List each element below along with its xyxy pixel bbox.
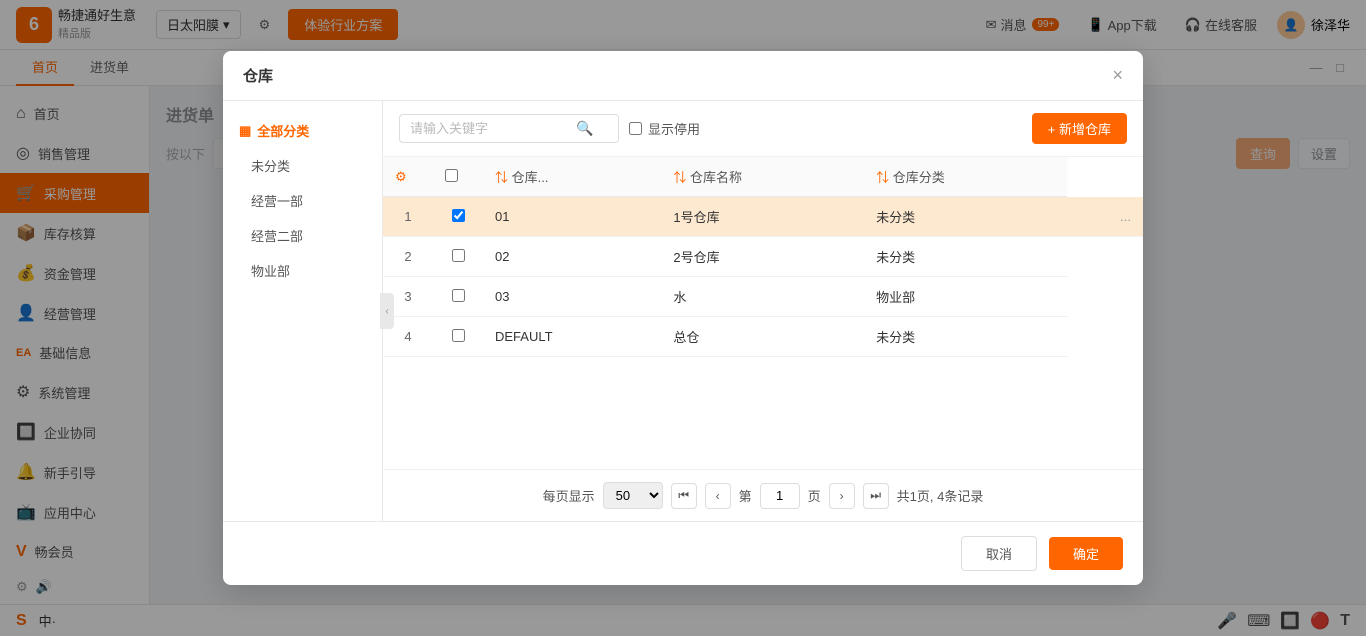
pagination: 每页显示 50 100 ⏮ ‹ 第 页 › ⏭ 共1页, 4条记录 bbox=[383, 469, 1143, 521]
col-checkbox bbox=[433, 157, 483, 197]
gear-icon: ⚙ bbox=[395, 169, 407, 184]
modal-body: ▦ 全部分类 未分类 经营一部 经营二部 物业部 ‹ bbox=[223, 101, 1143, 521]
modal-main: 🔍 显示停用 + 新增仓库 ⚙ bbox=[383, 101, 1143, 521]
row-category: 未分类 bbox=[864, 197, 1067, 237]
row-checkbox[interactable] bbox=[433, 317, 483, 357]
row-checkbox[interactable] bbox=[433, 197, 483, 237]
new-warehouse-button[interactable]: + 新增仓库 bbox=[1032, 113, 1127, 144]
grid-icon: ▦ bbox=[239, 123, 251, 139]
row-category: 未分类 bbox=[864, 237, 1067, 277]
all-category-header[interactable]: ▦ 全部分类 bbox=[223, 113, 382, 148]
col-name: ⇅ 仓库名称 bbox=[661, 157, 864, 197]
show-disabled-checkbox[interactable] bbox=[629, 122, 642, 135]
per-page-select[interactable]: 50 100 bbox=[603, 482, 663, 509]
page-label: 第 bbox=[739, 486, 752, 505]
show-disabled-label: 显示停用 bbox=[648, 119, 700, 138]
modal-close-button[interactable]: × bbox=[1112, 65, 1123, 86]
table-row[interactable]: 3 03 水 物业部 bbox=[383, 277, 1143, 317]
row-category: 物业部 bbox=[864, 277, 1067, 317]
col-settings: ⚙ bbox=[383, 157, 433, 197]
per-page-label: 每页显示 bbox=[543, 486, 595, 505]
show-disabled-row: 显示停用 bbox=[629, 119, 700, 138]
first-page-button[interactable]: ⏮ bbox=[671, 483, 697, 509]
sort-icon3: ⇅ bbox=[876, 170, 889, 185]
search-input[interactable] bbox=[410, 121, 570, 136]
search-icon[interactable]: 🔍 bbox=[576, 120, 593, 137]
table-row[interactable]: 1 01 1号仓库 未分类 ... bbox=[383, 197, 1143, 237]
next-page-button[interactable]: › bbox=[829, 483, 855, 509]
row-code: 03 bbox=[483, 277, 661, 317]
row-checkbox[interactable] bbox=[433, 237, 483, 277]
prev-page-button[interactable]: ‹ bbox=[705, 483, 731, 509]
row-actions[interactable]: ... bbox=[1067, 197, 1143, 237]
page-input[interactable] bbox=[760, 483, 800, 509]
modal-footer: 取消 确定 bbox=[223, 521, 1143, 585]
confirm-button[interactable]: 确定 bbox=[1049, 537, 1123, 570]
sort-icon2: ⇅ bbox=[673, 170, 686, 185]
row-name: 2号仓库 bbox=[661, 237, 864, 277]
chevron-left-icon: ‹ bbox=[385, 306, 388, 317]
select-all-checkbox[interactable] bbox=[445, 169, 458, 182]
total-info: 共1页, 4条记录 bbox=[897, 486, 984, 505]
row-number: 2 bbox=[383, 237, 433, 277]
category-item-property[interactable]: 物业部 bbox=[223, 253, 382, 288]
row-checkbox[interactable] bbox=[433, 277, 483, 317]
cancel-button[interactable]: 取消 bbox=[961, 536, 1037, 571]
warehouse-table: ⚙ ⇅ 仓库... ⇅ bbox=[383, 157, 1143, 469]
modal-overlay: 仓库 × ▦ 全部分类 未分类 经营一部 经营二部 bbox=[0, 0, 1366, 636]
page-suffix: 页 bbox=[808, 486, 821, 505]
search-box: 🔍 bbox=[399, 114, 619, 143]
row-number: 1 bbox=[383, 197, 433, 237]
table-row[interactable]: 2 02 2号仓库 未分类 bbox=[383, 237, 1143, 277]
row-code: DEFAULT bbox=[483, 317, 661, 357]
modal-sidebar: ▦ 全部分类 未分类 经营一部 经营二部 物业部 ‹ bbox=[223, 101, 383, 521]
modal-header: 仓库 × bbox=[223, 51, 1143, 101]
modal-toolbar: 🔍 显示停用 + 新增仓库 bbox=[383, 101, 1143, 157]
table-row[interactable]: 4 DEFAULT 总仓 未分类 bbox=[383, 317, 1143, 357]
category-item-dept2[interactable]: 经营二部 bbox=[223, 218, 382, 253]
sidebar-collapse-button[interactable]: ‹ bbox=[380, 293, 394, 329]
row-name: 总仓 bbox=[661, 317, 864, 357]
row-code: 02 bbox=[483, 237, 661, 277]
row-code: 01 bbox=[483, 197, 661, 237]
last-page-button[interactable]: ⏭ bbox=[863, 483, 889, 509]
sort-icon: ⇅ bbox=[495, 170, 508, 185]
modal-title: 仓库 bbox=[243, 65, 273, 86]
row-name: 水 bbox=[661, 277, 864, 317]
row-category: 未分类 bbox=[864, 317, 1067, 357]
col-code: ⇅ 仓库... bbox=[483, 157, 661, 197]
all-category-label: 全部分类 bbox=[257, 121, 309, 140]
row-name: 1号仓库 bbox=[661, 197, 864, 237]
category-item-unclassified[interactable]: 未分类 bbox=[223, 148, 382, 183]
warehouse-modal: 仓库 × ▦ 全部分类 未分类 经营一部 经营二部 bbox=[223, 51, 1143, 585]
category-item-dept1[interactable]: 经营一部 bbox=[223, 183, 382, 218]
col-category: ⇅ 仓库分类 bbox=[864, 157, 1067, 197]
